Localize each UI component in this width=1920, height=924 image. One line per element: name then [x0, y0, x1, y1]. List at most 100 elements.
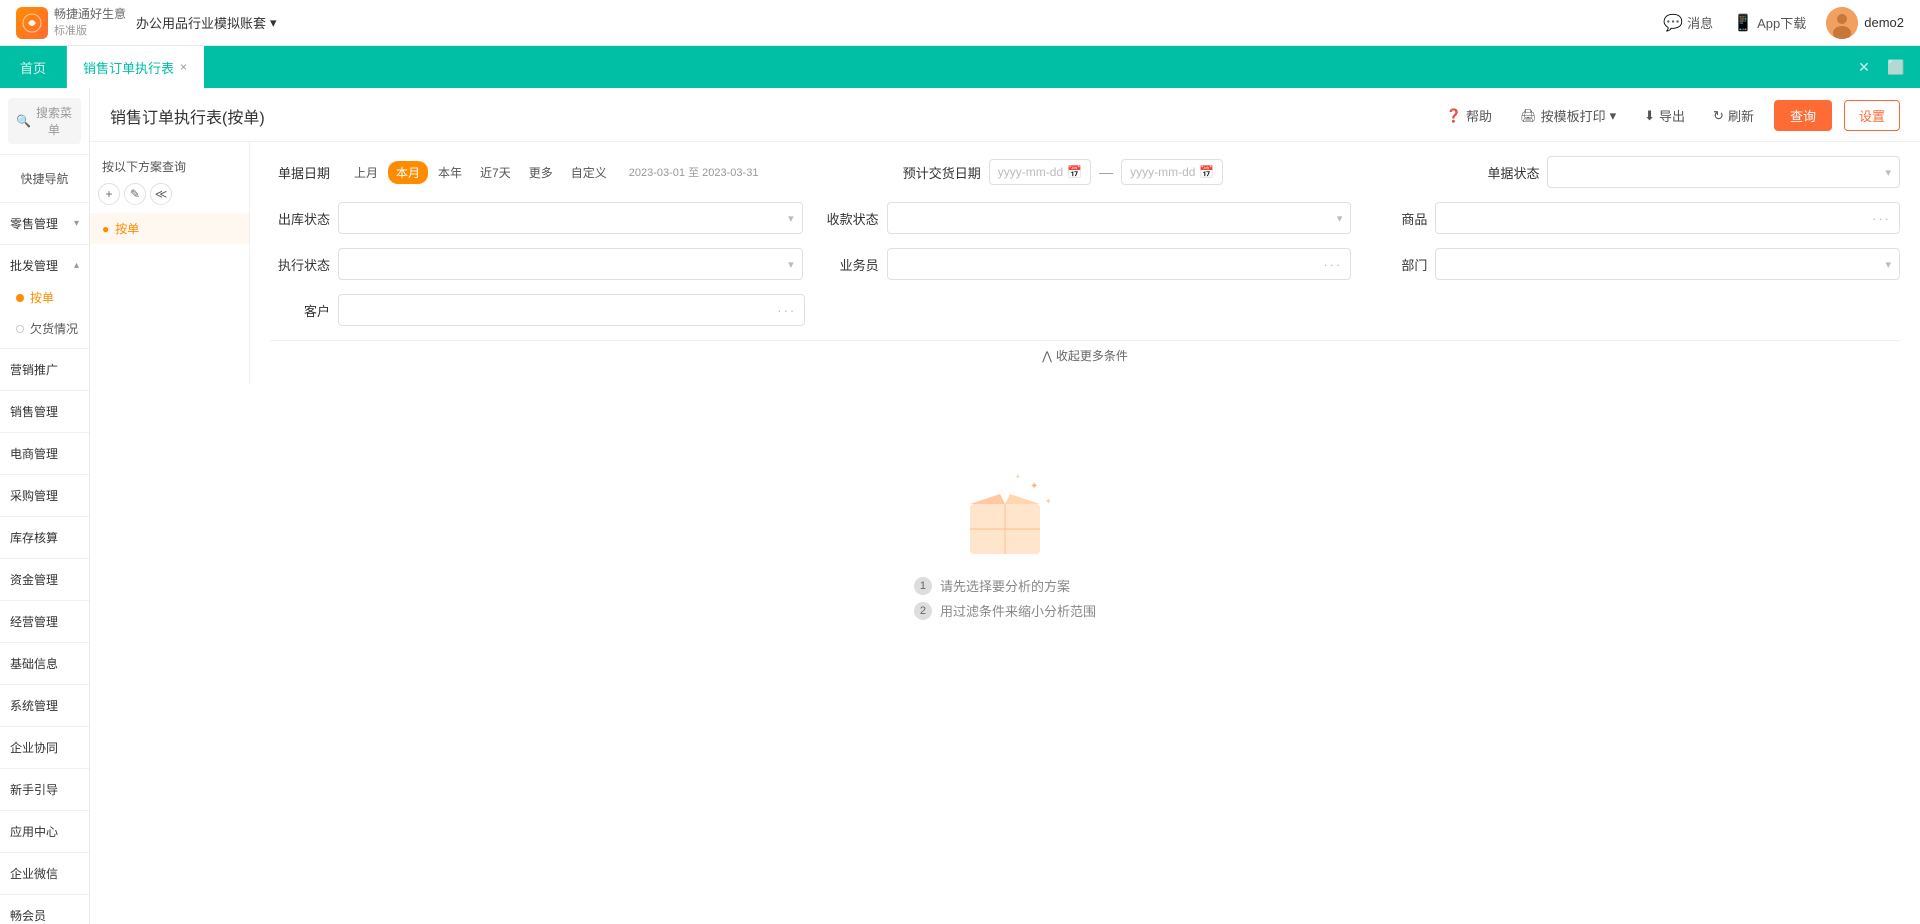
customer-more-icon: ···	[777, 303, 796, 318]
date-tab-custom[interactable]: 自定义	[563, 161, 615, 184]
svg-text:✦: ✦	[1015, 473, 1021, 481]
wholesale-arrow: ▴	[74, 260, 79, 271]
sales-label: 销售管理	[10, 403, 58, 420]
plan-item-label: 按单	[115, 220, 139, 237]
purchase-label: 采购管理	[10, 487, 58, 504]
sidebar-item-basic-info[interactable]: 基础信息	[0, 647, 89, 680]
plan-item-order[interactable]: ● 按单	[90, 213, 249, 244]
date-tab-this-year[interactable]: 本年	[430, 161, 470, 184]
svg-text:✦: ✦	[1045, 497, 1052, 506]
filter-sidebar-header: 按以下方案查询	[90, 154, 249, 183]
sidebar-item-order[interactable]: 按单	[0, 282, 89, 313]
doc-status-chevron-icon: ▾	[1885, 166, 1891, 179]
sidebar-item-ecommerce[interactable]: 电商管理	[0, 437, 89, 470]
collapse-button[interactable]: ⋀ 收起更多条件	[270, 340, 1900, 370]
sidebar-item-system[interactable]: 系统管理	[0, 689, 89, 722]
enterprise-wechat-label: 企业微信	[10, 865, 58, 882]
expected-date-label: 预计交货日期	[903, 163, 981, 182]
print-button[interactable]: 🖨 按模板打印 ▾	[1512, 102, 1624, 129]
query-button[interactable]: 查询	[1774, 100, 1832, 131]
wholesale-label: 批发管理	[10, 257, 58, 274]
tab-close-icon[interactable]: ×	[180, 61, 187, 73]
sidebar-item-appstore[interactable]: 应用中心	[0, 815, 89, 848]
expected-date-from-input[interactable]: yyyy-mm-dd 📅	[989, 159, 1091, 185]
step-2-text: 用过滤条件来缩小分析范围	[940, 601, 1096, 620]
sidebar-item-inventory[interactable]: 库存核算	[0, 521, 89, 554]
minimize-button[interactable]: ✕	[1852, 55, 1876, 79]
finance-label: 资金管理	[10, 571, 58, 588]
salesperson-control[interactable]: ···	[887, 248, 1352, 280]
ecommerce-label: 电商管理	[10, 445, 58, 462]
nav-tabs-bar: 首页 销售订单执行表 × ✕ ⬜	[0, 46, 1920, 88]
doc-status-control[interactable]: ▾	[1547, 156, 1900, 188]
date-tab-this-month[interactable]: 本月	[388, 161, 428, 184]
maximize-button[interactable]: ⬜	[1884, 55, 1908, 79]
add-plan-button[interactable]: +	[98, 183, 120, 205]
out-status-control[interactable]: ▾	[338, 202, 803, 234]
quick-nav-label: 快捷导航	[20, 170, 68, 187]
refresh-button[interactable]: ↻ 刷新	[1705, 102, 1762, 129]
retail-arrow: ▾	[74, 218, 79, 229]
step-num-1: 1	[914, 577, 932, 595]
sidebar-item-sales[interactable]: 销售管理	[0, 395, 89, 428]
filter-row-4: 客户 ···	[270, 294, 1900, 326]
empty-step-2: 2 用过滤条件来缩小分析范围	[914, 601, 1096, 620]
settings-button[interactable]: 设置	[1844, 100, 1900, 131]
app-download-button[interactable]: 📱 App下载	[1733, 13, 1806, 33]
sidebar-section-retail-header[interactable]: 零售管理 ▾	[0, 207, 89, 240]
sidebar-item-marketing[interactable]: 营销推广	[0, 353, 89, 386]
user-info[interactable]: demo2	[1826, 7, 1904, 39]
sidebar-section-finance: 资金管理	[0, 559, 89, 601]
expected-date-to-placeholder: yyyy-mm-dd	[1130, 165, 1195, 179]
filter-field-exec-status: 执行状态 ▾	[270, 248, 803, 280]
edit-plan-button[interactable]: ✎	[124, 183, 146, 205]
collapse-plan-button[interactable]: ≪	[150, 183, 172, 205]
tab-sales-order[interactable]: 销售订单执行表 ×	[67, 46, 204, 88]
exec-status-chevron-icon: ▾	[788, 258, 794, 271]
customer-control[interactable]: ···	[338, 294, 805, 326]
sidebar-item-cooperation[interactable]: 企业协同	[0, 731, 89, 764]
sidebar-item-guide[interactable]: 新手引导	[0, 773, 89, 806]
department-control[interactable]: ▾	[1435, 248, 1900, 280]
tab-home[interactable]: 首页	[0, 46, 67, 88]
filter-field-payment-status: 收款状态 ▾	[819, 202, 1352, 234]
logo-area: 畅捷通好生意 标准版	[16, 7, 126, 39]
search-menu-button[interactable]: 🔍 搜索菜单	[8, 98, 81, 144]
refresh-label: 刷新	[1728, 106, 1754, 125]
date-tab-more[interactable]: 更多	[521, 161, 561, 184]
export-button[interactable]: ⬇ 导出	[1636, 102, 1693, 129]
payment-status-control[interactable]: ▾	[887, 202, 1352, 234]
expected-date-to-input[interactable]: yyyy-mm-dd 📅	[1121, 159, 1223, 185]
svg-text:✦: ✦	[1030, 481, 1038, 492]
sidebar-item-enterprise-wechat[interactable]: 企业微信	[0, 857, 89, 890]
sidebar-section-appstore: 应用中心	[0, 811, 89, 853]
retail-label: 零售管理	[10, 215, 58, 232]
sidebar-item-business[interactable]: 经营管理	[0, 605, 89, 638]
sidebar-item-purchase[interactable]: 采购管理	[0, 479, 89, 512]
active-dot-icon	[16, 294, 24, 302]
app-selector-label: 办公用品行业模拟账套	[136, 13, 266, 32]
sidebar-item-member[interactable]: 畅会员	[0, 899, 89, 924]
salesperson-more-icon: ···	[1323, 257, 1342, 272]
collapse-label: 收起更多条件	[1056, 347, 1128, 364]
app-selector[interactable]: 办公用品行业模拟账套 ▾	[136, 13, 277, 32]
message-icon: 💬	[1663, 13, 1683, 33]
date-tab-7days[interactable]: 近7天	[472, 161, 519, 184]
message-button[interactable]: 💬 消息	[1663, 13, 1713, 33]
sidebar-section-guide: 新手引导	[0, 769, 89, 811]
exec-status-control[interactable]: ▾	[338, 248, 803, 280]
calendar-to-icon: 📅	[1199, 165, 1214, 179]
help-button[interactable]: ❓ 帮助	[1438, 102, 1500, 129]
sidebar-item-backorder[interactable]: 欠货情况	[0, 313, 89, 344]
date-tab-last-month[interactable]: 上月	[346, 161, 386, 184]
sidebar-item-finance[interactable]: 资金管理	[0, 563, 89, 596]
content-area: 销售订单执行表(按单) ❓ 帮助 🖨 按模板打印 ▾ ⬇ 导出	[90, 88, 1920, 924]
sidebar-item-quick-nav[interactable]: 快捷导航	[6, 162, 83, 195]
print-arrow: ▾	[1610, 108, 1617, 124]
sidebar-section-wholesale-header[interactable]: 批发管理 ▴	[0, 249, 89, 282]
department-label: 部门	[1367, 255, 1427, 274]
goods-control[interactable]: ···	[1435, 202, 1900, 234]
print-icon: 🖨	[1520, 108, 1537, 124]
username-label: demo2	[1864, 15, 1904, 30]
sidebar: 🔍 搜索菜单 快捷导航 零售管理 ▾ 批发管理 ▴ 按单	[0, 88, 90, 924]
